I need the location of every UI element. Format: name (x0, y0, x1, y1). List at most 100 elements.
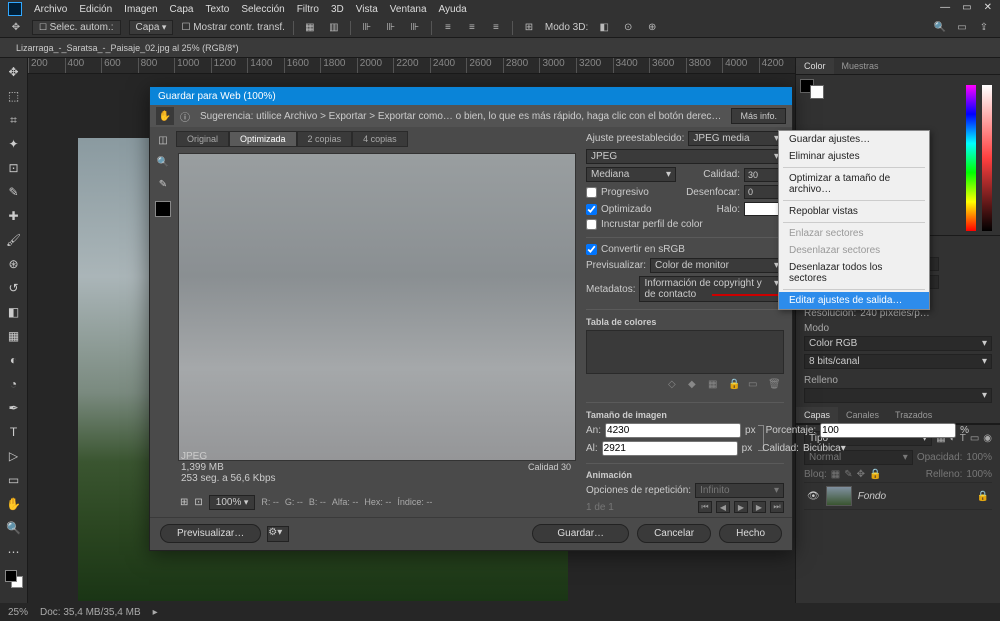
tab-muestras[interactable]: Muestras (834, 58, 887, 74)
distribute-icon[interactable]: ⊪ (407, 20, 423, 36)
eyedropper-icon[interactable]: ✎ (154, 175, 172, 193)
table-icon[interactable]: ▭ (748, 379, 762, 393)
document-tab[interactable]: Lizarraga_-_Saratsa_-_Paisaje_02.jpg al … (8, 41, 247, 55)
tab-4copias[interactable]: 4 copias (352, 131, 408, 147)
select-auto-checkbox[interactable]: ☐ Selec. autom.: (32, 20, 121, 35)
bg-swatch[interactable] (810, 85, 824, 99)
progresivo-checkbox[interactable] (586, 187, 597, 198)
cancelar-button[interactable]: Cancelar (637, 524, 711, 543)
preview-image[interactable]: JPEG 1,399 MB 253 seg. a 56,6 Kbps Calid… (178, 153, 576, 461)
incrustar-checkbox[interactable] (586, 219, 597, 230)
marquee-tool-icon[interactable]: ⬚ (4, 86, 24, 106)
zoom-dropdown[interactable]: 100% ▾ (209, 495, 256, 510)
visibility-icon[interactable]: 👁 (807, 491, 820, 502)
capa-dropdown[interactable]: Capa ▾ (129, 20, 174, 35)
menu-item[interactable]: Editar ajustes de salida… (779, 292, 929, 309)
menu-3d[interactable]: 3D (331, 4, 344, 15)
mostrar-checkbox[interactable]: ☐ Mostrar contr. transf. (181, 22, 284, 33)
path-tool-icon[interactable]: ▷ (4, 446, 24, 466)
menu-archivo[interactable]: Archivo (34, 4, 67, 15)
chevron-right-icon[interactable]: ▸ (153, 607, 158, 618)
menu-vista[interactable]: Vista (356, 4, 378, 15)
hand-tool-icon[interactable]: ✋ (4, 494, 24, 514)
tab-color[interactable]: Color (796, 58, 834, 74)
table-icon[interactable]: ◇ (668, 379, 682, 393)
menu-item[interactable]: Desenlazar sectores (779, 242, 929, 259)
metadatos-dropdown[interactable]: Información de copyright y de contacto▾ (639, 276, 784, 302)
stamp-tool-icon[interactable]: ⊛ (4, 254, 24, 274)
menu-item[interactable]: Enlazar sectores (779, 225, 929, 242)
tab-canales[interactable]: Canales (838, 407, 887, 423)
flyout-popup-menu[interactable]: Guardar ajustes…Eliminar ajustesOptimiza… (778, 130, 930, 310)
type-tool-icon[interactable]: T (4, 422, 24, 442)
tab-2copias[interactable]: 2 copias (297, 131, 353, 147)
resample-dropdown[interactable]: Bicúbica▾ (803, 443, 846, 454)
align-icon[interactable]: ⊞ (521, 20, 537, 36)
align-icon[interactable]: ▦ (302, 20, 318, 36)
layer-row[interactable]: 👁 Fondo 🔒 (804, 482, 992, 510)
lock-icon[interactable]: ✎ (844, 469, 852, 480)
distribute-icon[interactable]: ⊪ (383, 20, 399, 36)
heal-tool-icon[interactable]: ✚ (4, 206, 24, 226)
foreground-background-swatch[interactable] (5, 570, 23, 588)
lock-icon[interactable]: 🔒 (869, 469, 881, 480)
menu-item[interactable]: Desenlazar todos los sectores (779, 259, 929, 287)
distribute-icon[interactable]: ≡ (440, 20, 456, 36)
tab-capas[interactable]: Capas (796, 407, 838, 423)
slice-tool-icon[interactable]: ◫ (154, 131, 172, 149)
move-tool-icon[interactable]: ✥ (8, 20, 24, 36)
menu-filtro[interactable]: Filtro (297, 4, 319, 15)
lock-icon[interactable]: 🔒 (977, 491, 989, 502)
preset-dropdown[interactable]: JPEG media▾ (688, 131, 784, 146)
zoom-level[interactable]: 25% (8, 607, 28, 618)
blur-tool-icon[interactable]: ◐ (4, 350, 24, 370)
menu-item[interactable]: Guardar ajustes… (779, 131, 929, 148)
pen-tool-icon[interactable]: ✒ (4, 398, 24, 418)
tab-optimizada[interactable]: Optimizada (229, 131, 297, 147)
lock-icon[interactable]: ✥ (857, 469, 865, 480)
menu-texto[interactable]: Texto (205, 4, 229, 15)
browser-gear-icon[interactable]: ⚙▾ (267, 526, 289, 542)
lasso-tool-icon[interactable]: ⌗ (4, 110, 24, 130)
distribute-icon[interactable]: ≡ (488, 20, 504, 36)
width-field[interactable] (605, 423, 741, 438)
tab-trazados[interactable]: Trazados (887, 407, 940, 423)
shade-slider[interactable] (982, 85, 992, 231)
table-icon[interactable]: 🔒 (728, 379, 742, 393)
convertir-checkbox[interactable] (586, 244, 597, 255)
lock-icon[interactable]: ▦ (831, 469, 840, 480)
height-field[interactable] (602, 441, 738, 456)
3d-icon[interactable]: ⊙ (620, 20, 636, 36)
close-icon[interactable]: ✕ (984, 2, 992, 13)
hue-slider[interactable] (966, 85, 976, 231)
zoom-tool-icon[interactable]: 🔍 (4, 518, 24, 538)
menu-capa[interactable]: Capa (170, 4, 194, 15)
brush-tool-icon[interactable]: 🖌 (4, 230, 24, 250)
3d-icon[interactable]: ◧ (596, 20, 612, 36)
distribute-icon[interactable]: ≡ (464, 20, 480, 36)
previsualizar-button[interactable]: Previsualizar… (160, 524, 261, 543)
history-brush-icon[interactable]: ↺ (4, 278, 24, 298)
tab-original[interactable]: Original (176, 131, 229, 147)
table-icon[interactable]: ▦ (708, 379, 722, 393)
shape-tool-icon[interactable]: ▭ (4, 470, 24, 490)
workspace-icon[interactable]: ▭ (954, 20, 970, 36)
zoom-tool-icon[interactable]: 🔍 (154, 153, 172, 171)
eraser-tool-icon[interactable]: ◧ (4, 302, 24, 322)
filter-icon[interactable]: ▭ (970, 433, 979, 444)
maximize-icon[interactable]: ▭ (962, 2, 971, 13)
grid-icon[interactable]: ⊡ (194, 497, 202, 508)
hand-tool-icon[interactable]: ✋ (156, 107, 174, 125)
mode-dropdown[interactable]: Color RGB▾ (804, 336, 992, 351)
dodge-tool-icon[interactable]: ◔ (4, 374, 24, 394)
trash-icon[interactable]: 🗑 (768, 379, 782, 393)
menu-ayuda[interactable]: Ayuda (439, 4, 467, 15)
align-icon[interactable]: ▥ (326, 20, 342, 36)
fill-dropdown[interactable]: ▾ (804, 388, 992, 403)
format-dropdown[interactable]: JPEG▾ (586, 149, 784, 164)
percent-field[interactable] (820, 423, 956, 438)
preview-dropdown[interactable]: Color de monitor▾ (650, 258, 784, 273)
main-menubar[interactable]: Archivo Edición Imagen Capa Texto Selecc… (0, 0, 1000, 18)
mas-info-button[interactable]: Más info. (731, 108, 786, 124)
menu-item[interactable]: Eliminar ajustes (779, 148, 929, 165)
